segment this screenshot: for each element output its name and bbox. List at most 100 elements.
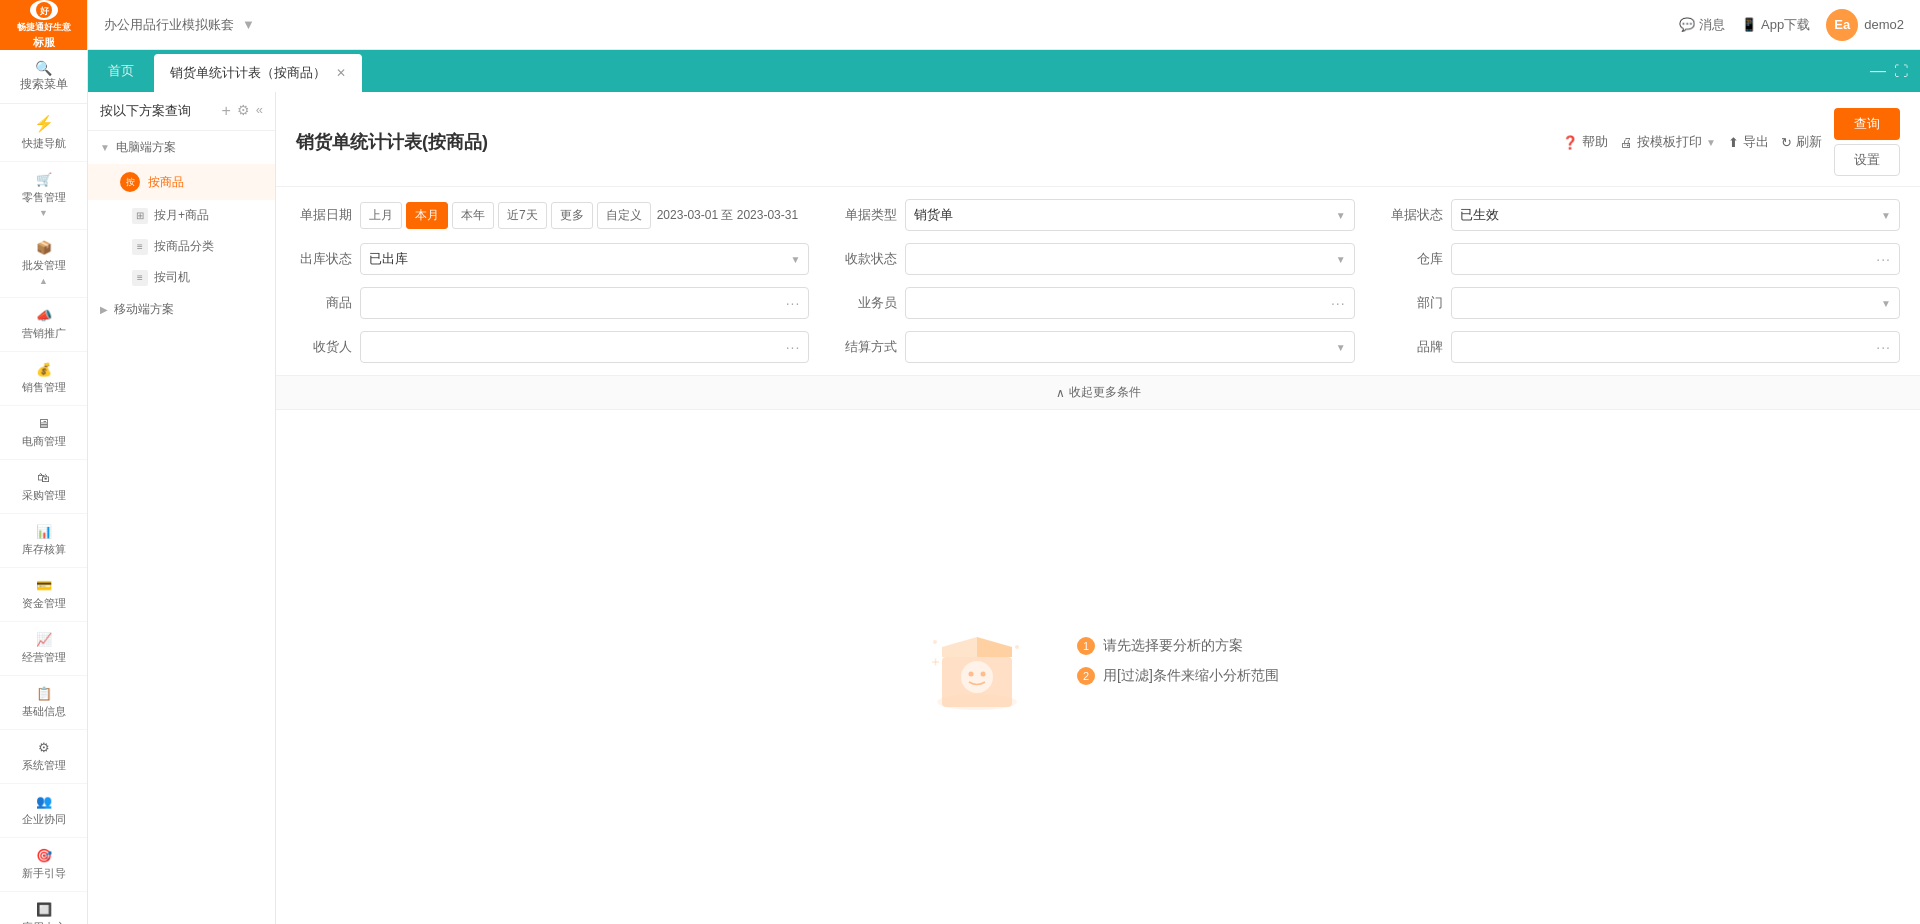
plan-subitem-month-goods[interactable]: ⊞ 按月+商品 [88,200,275,231]
plan-subitem-driver[interactable]: ≡ 按司机 [88,262,275,293]
panel-actions: + ⚙ « [221,102,263,120]
date-filter: 上月 本月 本年 近7天 更多 自定义 2023-03-01 至 2023-03… [360,202,809,229]
tab-home[interactable]: 首页 [88,50,154,92]
collect-status-control[interactable]: ▼ [905,243,1354,275]
receiver-control[interactable]: ··· [360,331,809,363]
quick-nav-item[interactable]: ⚡ 快捷导航 [0,104,87,162]
svg-marker-4 [942,637,977,657]
app-center-item[interactable]: 🔲 应用中心 [0,892,87,924]
page-actions: ❓ 帮助 🖨 按模板打印 ▼ ⬆ 导出 ↻ 刷新 [1562,108,1900,176]
help-btn[interactable]: ❓ 帮助 [1562,133,1608,151]
salesperson-label: 业务员 [841,294,905,312]
receiver-dots-icon: ··· [786,339,801,355]
plan-item-by-goods-label: 按商品 [148,174,184,191]
app-download-btn[interactable]: 📱 App下载 [1741,16,1810,34]
brand-control[interactable]: ··· [1451,331,1900,363]
sales-mgmt-item[interactable]: 💰 销售管理 [0,352,87,406]
marketing-label: 营销推广 [6,326,81,341]
out-status-label: 出库状态 [296,250,360,268]
order-type-control[interactable]: 销货单 ▼ [905,199,1354,231]
mobile-plan-group-header[interactable]: ▶ 移动端方案 [88,293,275,326]
action-buttons: 查询 设置 [1834,108,1900,176]
home-tab-label: 首页 [108,62,134,80]
enterprise-collab-item[interactable]: 👥 企业协同 [0,784,87,838]
settlement-control[interactable]: ▼ [905,331,1354,363]
marketing-item[interactable]: 📣 营销推广 [0,298,87,352]
retail-mgmt-item[interactable]: 🛒 零售管理 ▼ [0,162,87,230]
warehouse-control[interactable]: ··· [1451,243,1900,275]
date-btn-custom[interactable]: 自定义 [597,202,651,229]
tab-maximize-icon[interactable]: ⛶ [1894,63,1908,79]
empty-state: 1 请先选择要分析的方案 2 用[过滤]条件来缩小分析范围 [276,410,1920,924]
finance-label: 资金管理 [6,596,81,611]
tip-text-1: 请先选择要分析的方案 [1103,637,1243,655]
goods-label: 商品 [296,294,360,312]
salesperson-dots-icon: ··· [1331,295,1346,311]
quick-nav-label: 快捷导航 [6,136,81,151]
refresh-btn[interactable]: ↻ 刷新 [1781,133,1822,151]
mobile-plan-group-label: 移动端方案 [114,301,174,318]
basic-info-item[interactable]: 📋 基础信息 [0,676,87,730]
collapse-label: 收起更多条件 [1069,384,1141,401]
breadcrumb-text: 办公用品行业模拟账套 [104,16,234,34]
order-type-filter-item: 单据类型 销货单 ▼ [841,199,1354,231]
message-btn[interactable]: 💬 消息 [1679,16,1725,34]
finance-item[interactable]: 💳 资金管理 [0,568,87,622]
tab-bar: 首页 销货单统计计表（按商品） ✕ — ⛶ [88,50,1920,92]
export-btn[interactable]: ⬆ 导出 [1728,133,1769,151]
dept-control[interactable]: ▼ [1451,287,1900,319]
search-menu-item[interactable]: 🔍 搜索菜单 [0,50,87,104]
subitem-icon3: ≡ [132,270,148,286]
purchase-mgmt-label: 采购管理 [6,488,81,503]
tab-close-icon[interactable]: ✕ [336,66,346,80]
date-btn-7days[interactable]: 近7天 [498,202,547,229]
svg-text:好: 好 [38,6,49,16]
date-btn-this-month[interactable]: 本月 [406,202,448,229]
collect-status-chevron-icon: ▼ [1336,254,1346,265]
user-menu[interactable]: Ea demo2 [1826,9,1904,41]
filter-row-2: 出库状态 已出库 ▼ 收款状态 ▼ [296,243,1900,275]
beginner-guide-item[interactable]: 🎯 新手引导 [0,838,87,892]
system-mgmt-item[interactable]: ⚙ 系统管理 [0,730,87,784]
add-plan-btn[interactable]: + [221,102,230,120]
app-center-label: 应用中心 [6,920,81,924]
out-status-control[interactable]: 已出库 ▼ [360,243,809,275]
sidebar: 好 畅捷通好生意 标服 🔍 搜索菜单 ⚡ 快捷导航 🛒 零售管理 ▼ 📦 批发管… [0,0,88,924]
avatar: Ea [1826,9,1858,41]
tab-active[interactable]: 销货单统计计表（按商品） ✕ [154,54,362,92]
app-logo: 好 畅捷通好生意 标服 [0,0,87,50]
date-label: 单据日期 [296,206,360,224]
print-btn[interactable]: 🖨 按模板打印 ▼ [1620,133,1716,151]
pc-plan-group-header[interactable]: ▼ 电脑端方案 [88,131,275,164]
inventory-item[interactable]: 📊 库存核算 [0,514,87,568]
wholesale-mgmt-item[interactable]: 📦 批发管理 ▲ [0,230,87,298]
business-mgmt-label: 经营管理 [6,650,81,665]
ecommerce-item[interactable]: 🖥 电商管理 [0,406,87,460]
order-status-label: 单据状态 [1387,206,1451,224]
sales-mgmt-label: 销售管理 [6,380,81,395]
order-status-filter-item: 单据状态 已生效 ▼ [1387,199,1900,231]
plan-subitem-goods-category[interactable]: ≡ 按商品分类 [88,231,275,262]
collapse-bar[interactable]: ∧ 收起更多条件 [276,376,1920,410]
message-icon: 💬 [1679,17,1695,32]
purchase-mgmt-item[interactable]: 🛍 采购管理 [0,460,87,514]
setting-button[interactable]: 设置 [1834,144,1900,176]
date-btn-last-month[interactable]: 上月 [360,202,402,229]
collapse-panel-btn[interactable]: « [256,102,263,120]
date-btn-this-year[interactable]: 本年 [452,202,494,229]
query-button[interactable]: 查询 [1834,108,1900,140]
mobile-group-arrow-icon: ▶ [100,304,108,315]
salesperson-control[interactable]: ··· [905,287,1354,319]
beginner-guide-label: 新手引导 [6,866,81,881]
tab-minimize-icon[interactable]: — [1870,62,1886,80]
business-mgmt-item[interactable]: 📈 经营管理 [0,622,87,676]
date-btn-more[interactable]: 更多 [551,202,593,229]
goods-control[interactable]: ··· [360,287,809,319]
goods-dots-icon: ··· [786,295,801,311]
out-status-chevron-icon: ▼ [790,254,800,265]
breadcrumb-dropdown-icon[interactable]: ▼ [242,17,255,32]
order-status-control[interactable]: 已生效 ▼ [1451,199,1900,231]
tip-item-1: 1 请先选择要分析的方案 [1077,637,1279,655]
settings-plan-btn[interactable]: ⚙ [237,102,250,120]
plan-item-by-goods[interactable]: 按 按商品 [88,164,275,200]
